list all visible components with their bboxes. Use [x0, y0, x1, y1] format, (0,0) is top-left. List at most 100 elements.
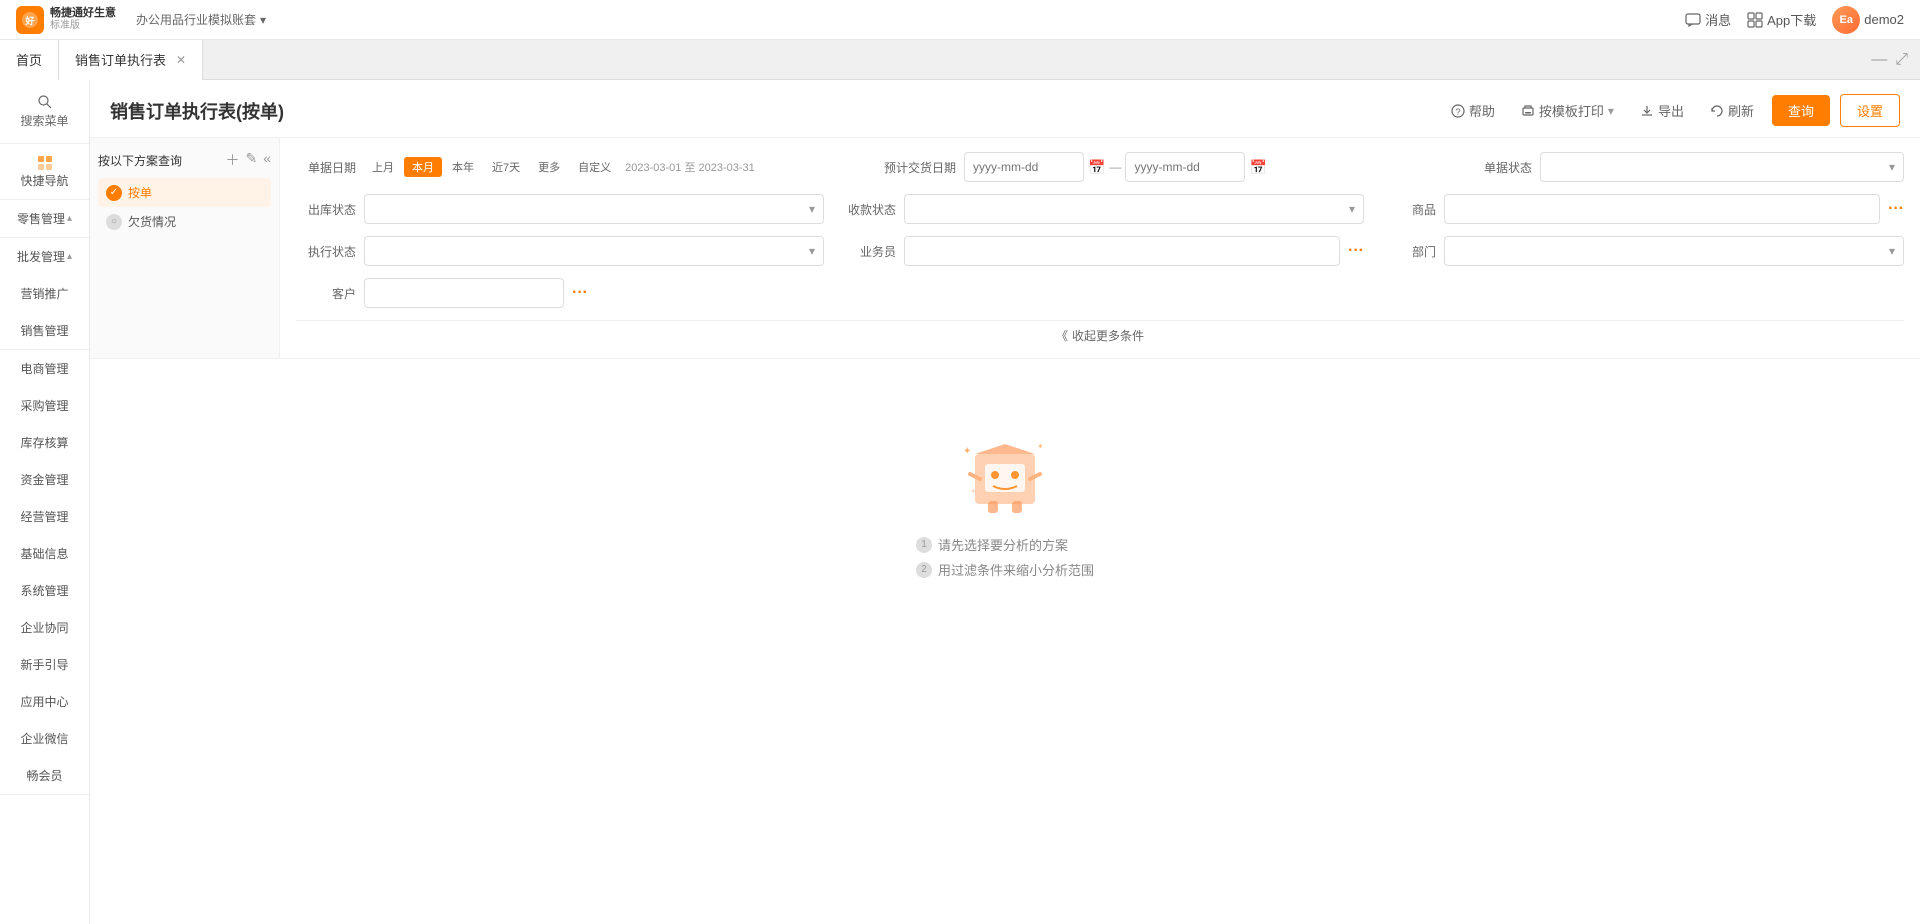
refresh-label: 刷新 — [1728, 101, 1754, 120]
sidebar-item-newguide[interactable]: 新手引导 — [0, 646, 89, 683]
add-scheme-btn[interactable]: ＋ — [225, 150, 239, 170]
customer-input[interactable] — [364, 278, 564, 308]
refresh-btn[interactable]: 刷新 — [1702, 97, 1762, 124]
date-tabs: 上月 本月 本年 近7天 更多 自定义 — [364, 157, 619, 177]
window-controls: — ⤢ — [1871, 51, 1920, 69]
sidebar-item-ecom[interactable]: 电商管理 — [0, 350, 89, 387]
breadcrumb[interactable]: 办公用品行业模拟账套 ▾ — [136, 11, 266, 28]
goods-input[interactable] — [1444, 194, 1880, 224]
out-status-select[interactable]: ▾ — [364, 194, 824, 224]
app-download-action[interactable]: App下载 — [1747, 10, 1816, 29]
expected-end-input[interactable] — [1125, 152, 1245, 182]
date-tab-thisyear[interactable]: 本年 — [444, 157, 482, 177]
tab-home[interactable]: 首页 — [0, 40, 59, 80]
tab-close-icon[interactable]: ✕ — [176, 53, 186, 67]
sidebar-item-appcenter[interactable]: 应用中心 — [0, 683, 89, 720]
expected-start-input[interactable] — [964, 152, 1084, 182]
basic-label: 基础信息 — [20, 545, 68, 562]
date-separator: — — [1109, 160, 1121, 174]
help-label: 帮助 — [1469, 101, 1495, 120]
tab-home-label: 首页 — [16, 50, 42, 69]
svg-text:✦: ✦ — [963, 446, 971, 457]
sidebar-item-inventory[interactable]: 库存核算 — [0, 424, 89, 461]
scheme-label-order: 按单 — [128, 184, 152, 201]
breadcrumb-arrow: ▾ — [260, 13, 266, 27]
content-area: 销售订单执行表(按单) ? 帮助 按模板打印 ▾ — [90, 80, 1920, 924]
order-date-label: 单据日期 — [296, 159, 356, 176]
logo-text-main: 畅捷通好生意 — [50, 7, 116, 20]
date-tab-thismonth[interactable]: 本月 — [404, 157, 442, 177]
scheme-item-order[interactable]: ✓ 按单 — [98, 178, 271, 207]
user-action[interactable]: Ea demo2 — [1832, 6, 1904, 34]
wechat-label: 企业微信 — [20, 730, 68, 747]
sidebar-item-member[interactable]: 畅会员 — [0, 757, 89, 794]
sidebar-item-wholesale[interactable]: 批发管理 ▴ — [0, 238, 89, 275]
salesman-more-btn[interactable]: ··· — [1348, 242, 1364, 260]
print-icon — [1521, 104, 1535, 118]
sidebar-item-operation[interactable]: 经营管理 — [0, 498, 89, 535]
wholesale-arrow: ▴ — [67, 251, 72, 262]
sidebar-item-basic[interactable]: 基础信息 — [0, 535, 89, 572]
appcenter-label: 应用中心 — [20, 693, 68, 710]
query-btn[interactable]: 查询 — [1772, 95, 1830, 126]
sidebar-item-sales[interactable]: 销售管理 — [0, 312, 89, 349]
export-btn[interactable]: 导出 — [1632, 97, 1692, 124]
expected-end-calendar-icon[interactable]: 📅 — [1249, 159, 1266, 176]
exec-status-field: 执行状态 ▾ — [296, 236, 824, 266]
sidebar-item-wechat[interactable]: 企业微信 — [0, 720, 89, 757]
sidebar-item-finance[interactable]: 资金管理 — [0, 461, 89, 498]
help-btn[interactable]: ? 帮助 — [1443, 97, 1503, 124]
quicknav-icon — [36, 154, 54, 172]
edit-scheme-btn[interactable]: ✎ — [245, 150, 257, 170]
top-header: 好 畅捷通好生意 标准版 办公用品行业模拟账套 ▾ 消息 — [0, 0, 1920, 40]
sidebar: 搜索菜单 快捷导航 零售管理 ▴ 批发管理 ▴ — [0, 80, 90, 924]
print-btn[interactable]: 按模板打印 ▾ — [1513, 97, 1622, 124]
sidebar-item-system[interactable]: 系统管理 — [0, 572, 89, 609]
department-arrow: ▾ — [1889, 244, 1895, 258]
retail-arrow: ▴ — [67, 213, 72, 224]
sidebar-item-retail[interactable]: 零售管理 ▴ — [0, 200, 89, 237]
sidebar-item-enterprise[interactable]: 企业协同 — [0, 609, 89, 646]
newguide-label: 新手引导 — [20, 656, 68, 673]
expected-start-calendar-icon[interactable]: 📅 — [1088, 159, 1105, 176]
logo-icon: 好 — [16, 6, 44, 34]
collapse-btn[interactable]: 《 收起更多条件 — [296, 320, 1904, 350]
department-select[interactable]: ▾ — [1444, 236, 1904, 266]
search-menu-btn[interactable]: 搜索菜单 — [8, 90, 81, 133]
sidebar-item-quicknav[interactable]: 快捷导航 — [0, 144, 89, 199]
date-tab-custom[interactable]: 自定义 — [570, 157, 619, 177]
scheme-icon-shortage: ○ — [106, 214, 122, 230]
goods-more-btn[interactable]: ··· — [1888, 200, 1904, 218]
help-icon: ? — [1451, 104, 1465, 118]
customer-label: 客户 — [296, 285, 356, 302]
empty-illustration: ✦ ✦ ✦ — [955, 419, 1055, 519]
minimize-btn[interactable]: — — [1871, 51, 1887, 69]
sidebar-section-ecom: 电商管理 采购管理 库存核算 资金管理 经营管理 基础信息 系统管理 企业协同 — [0, 350, 89, 795]
app-download-label: App下载 — [1767, 10, 1816, 29]
collapse-scheme-btn[interactable]: « — [263, 150, 271, 170]
exec-status-arrow: ▾ — [809, 244, 815, 258]
message-icon — [1685, 12, 1701, 28]
message-action[interactable]: 消息 — [1685, 10, 1731, 29]
maximize-btn[interactable]: ⤢ — [1895, 51, 1908, 69]
scheme-item-shortage[interactable]: ○ 欠货情况 — [98, 207, 271, 236]
customer-more-btn[interactable]: ··· — [572, 284, 588, 302]
sidebar-item-marketing[interactable]: 营销推广 — [0, 275, 89, 312]
sidebar-item-purchase[interactable]: 采购管理 — [0, 387, 89, 424]
exec-status-label: 执行状态 — [296, 243, 356, 260]
salesman-input[interactable] — [904, 236, 1340, 266]
payment-status-select[interactable]: ▾ — [904, 194, 1364, 224]
payment-status-label: 收款状态 — [836, 201, 896, 218]
settings-btn[interactable]: 设置 — [1840, 94, 1900, 127]
date-tab-7days[interactable]: 近7天 — [484, 157, 528, 177]
filter-left-title: 按以下方案查询 — [98, 152, 182, 169]
date-tab-more[interactable]: 更多 — [530, 157, 568, 177]
status-select[interactable]: ▾ — [1540, 152, 1904, 182]
date-tab-lastmonth[interactable]: 上月 — [364, 157, 402, 177]
scheme-icon-order: ✓ — [106, 185, 122, 201]
filter-row-2: 出库状态 ▾ 收款状态 ▾ 商品 — [296, 194, 1904, 224]
sidebar-search: 搜索菜单 — [0, 80, 89, 144]
tab-sales-order[interactable]: 销售订单执行表 ✕ — [59, 40, 203, 80]
payment-status-arrow: ▾ — [1349, 202, 1355, 216]
exec-status-select[interactable]: ▾ — [364, 236, 824, 266]
